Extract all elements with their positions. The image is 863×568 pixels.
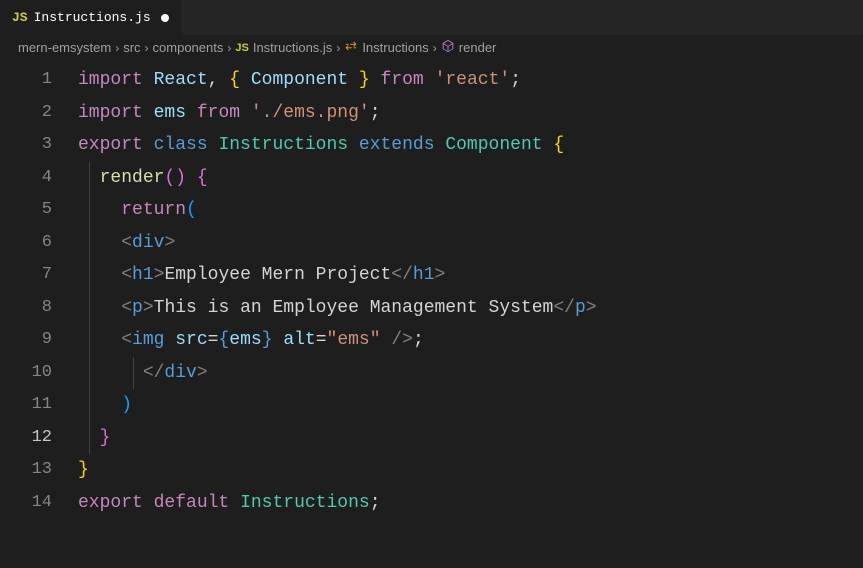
breadcrumb-part[interactable]: src <box>123 40 140 55</box>
code-area[interactable]: import React, { Component } from 'react'… <box>78 60 863 519</box>
code-line[interactable]: import React, { Component } from 'react'… <box>78 64 863 97</box>
code-line[interactable]: return( <box>78 194 863 227</box>
chevron-right-icon: › <box>227 41 231 55</box>
line-number: 2 <box>0 97 52 130</box>
code-line[interactable]: <h1>Employee Mern Project</h1> <box>78 259 863 292</box>
line-number: 7 <box>0 259 52 292</box>
code-line[interactable]: export class Instructions extends Compon… <box>78 129 863 162</box>
code-line[interactable]: export default Instructions; <box>78 487 863 520</box>
tab-bar: JS Instructions.js <box>0 0 863 35</box>
method-icon <box>441 39 455 56</box>
code-line[interactable]: <p>This is an Employee Management System… <box>78 292 863 325</box>
code-line[interactable]: } <box>78 454 863 487</box>
chevron-right-icon: › <box>115 41 119 55</box>
code-line[interactable]: <div> <box>78 227 863 260</box>
js-file-icon: JS <box>12 10 28 25</box>
chevron-right-icon: › <box>433 41 437 55</box>
line-number: 11 <box>0 389 52 422</box>
chevron-right-icon: › <box>145 41 149 55</box>
js-file-icon: JS <box>235 42 248 54</box>
breadcrumb-part[interactable]: mern-emsystem <box>18 40 111 55</box>
line-number: 4 <box>0 162 52 195</box>
code-line[interactable]: import ems from './ems.png'; <box>78 97 863 130</box>
breadcrumb-part[interactable]: render <box>459 40 497 55</box>
chevron-right-icon: › <box>336 41 340 55</box>
line-number: 13 <box>0 454 52 487</box>
line-number: 14 <box>0 487 52 520</box>
line-number: 6 <box>0 227 52 260</box>
class-icon <box>344 39 358 56</box>
line-number: 5 <box>0 194 52 227</box>
line-number: 3 <box>0 129 52 162</box>
breadcrumb[interactable]: mern-emsystem › src › components › JS In… <box>0 35 863 60</box>
unsaved-indicator-icon <box>161 14 169 22</box>
breadcrumb-part[interactable]: Instructions.js <box>253 40 332 55</box>
breadcrumb-part[interactable]: components <box>153 40 224 55</box>
code-line[interactable]: render() { <box>78 162 863 195</box>
line-number-gutter: 1 2 3 4 5 6 7 8 9 10 11 12 13 14 <box>0 60 78 519</box>
breadcrumb-part[interactable]: Instructions <box>362 40 428 55</box>
line-number: 9 <box>0 324 52 357</box>
file-tab[interactable]: JS Instructions.js <box>0 0 182 35</box>
tab-filename: Instructions.js <box>34 10 151 25</box>
line-number: 10 <box>0 357 52 390</box>
line-number: 8 <box>0 292 52 325</box>
line-number: 1 <box>0 64 52 97</box>
code-line[interactable]: ) <box>78 389 863 422</box>
code-editor[interactable]: 1 2 3 4 5 6 7 8 9 10 11 12 13 14 import … <box>0 60 863 519</box>
line-number: 12 <box>0 422 52 455</box>
code-line[interactable]: } <box>78 422 863 455</box>
code-line[interactable]: </div> <box>78 357 863 390</box>
code-line[interactable]: <img src={ems} alt="ems" />; <box>78 324 863 357</box>
